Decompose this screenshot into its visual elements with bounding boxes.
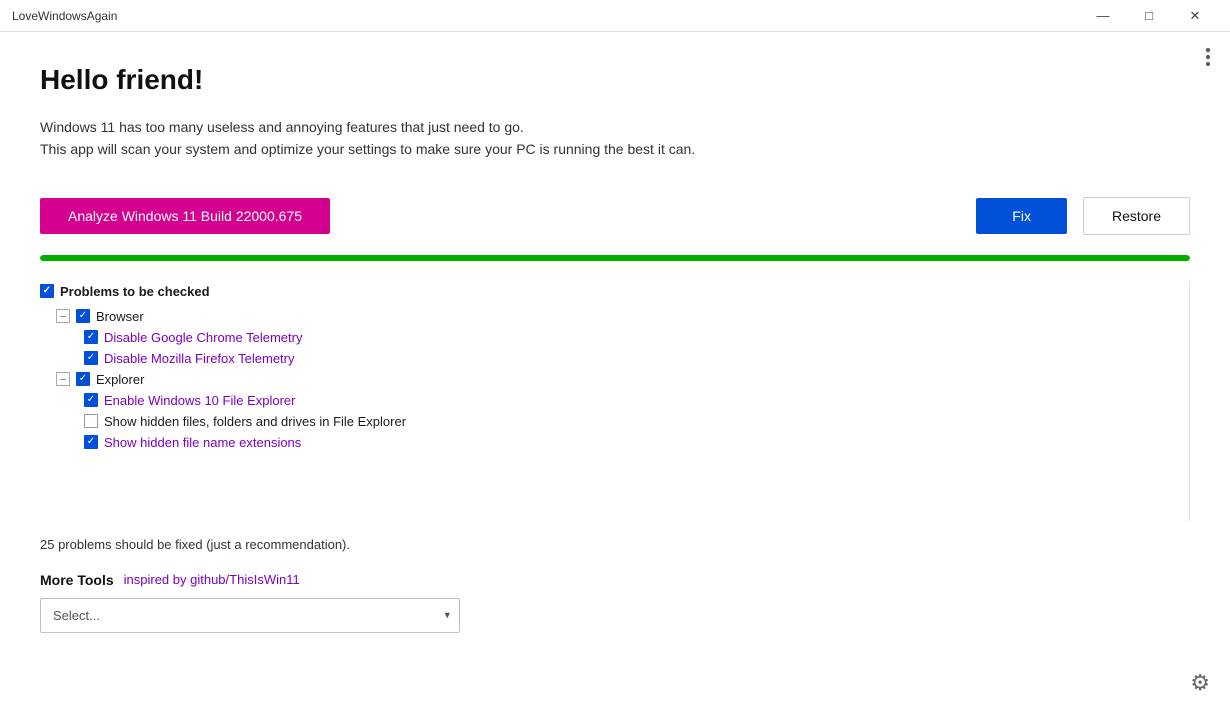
more-tools-link[interactable]: inspired by github/ThisIsWin11 — [124, 572, 300, 587]
hidden-extensions-label[interactable]: Show hidden file name extensions — [104, 435, 301, 450]
description-line1: Windows 11 has too many useless and anno… — [40, 116, 1190, 138]
win10-explorer-checkbox[interactable]: ✓ — [84, 393, 98, 407]
dot — [1206, 48, 1210, 52]
page-title: Hello friend! — [40, 64, 1190, 96]
main-content: Hello friend! Windows 11 has too many us… — [0, 32, 1230, 653]
root-item: ✓ Problems to be checked — [40, 281, 1189, 302]
group-explorer: – ✓ Explorer — [40, 369, 1189, 390]
gear-icon: ⚙ — [1190, 670, 1210, 695]
problems-scroll-area[interactable]: ✓ Problems to be checked – ✓ Browser ✓ D… — [40, 281, 1190, 521]
list-item: Show hidden files, folders and drives in… — [40, 411, 1189, 432]
titlebar: LoveWindowsAgain — □ ✕ — [0, 0, 1230, 32]
more-tools-label: More Tools — [40, 572, 114, 588]
analyze-button[interactable]: Analyze Windows 11 Build 22000.675 — [40, 198, 330, 234]
explorer-label: Explorer — [96, 372, 144, 387]
fix-button[interactable]: Fix — [976, 198, 1067, 234]
firefox-telemetry-label[interactable]: Disable Mozilla Firefox Telemetry — [104, 351, 295, 366]
dot — [1206, 55, 1210, 59]
firefox-telemetry-checkbox[interactable]: ✓ — [84, 351, 98, 365]
hidden-extensions-checkbox[interactable]: ✓ — [84, 435, 98, 449]
more-tools-row: More Tools inspired by github/ThisIsWin1… — [40, 572, 1190, 588]
hidden-files-checkbox[interactable] — [84, 414, 98, 428]
group-browser: – ✓ Browser — [40, 306, 1189, 327]
root-label: Problems to be checked — [60, 284, 210, 299]
chrome-telemetry-label[interactable]: Disable Google Chrome Telemetry — [104, 330, 302, 345]
explorer-checkbox[interactable]: ✓ — [76, 372, 90, 386]
win10-explorer-label[interactable]: Enable Windows 10 File Explorer — [104, 393, 295, 408]
chrome-telemetry-checkbox[interactable]: ✓ — [84, 330, 98, 344]
list-item: ✓ Enable Windows 10 File Explorer — [40, 390, 1189, 411]
action-row: Analyze Windows 11 Build 22000.675 Fix R… — [40, 197, 1190, 235]
list-item: ✓ Disable Mozilla Firefox Telemetry — [40, 348, 1189, 369]
summary-text: 25 problems should be fixed (just a reco… — [40, 537, 1190, 552]
more-tools-select-wrap: Select... ▾ — [40, 598, 460, 633]
hidden-files-label: Show hidden files, folders and drives in… — [104, 414, 406, 429]
maximize-button[interactable]: □ — [1126, 0, 1172, 32]
browser-label: Browser — [96, 309, 144, 324]
list-item: ✓ Show hidden file name extensions — [40, 432, 1189, 453]
restore-button[interactable]: Restore — [1083, 197, 1190, 235]
dot — [1206, 62, 1210, 66]
browser-checkbox[interactable]: ✓ — [76, 309, 90, 323]
progress-bar-container — [40, 255, 1190, 261]
window-controls: — □ ✕ — [1080, 0, 1218, 32]
description: Windows 11 has too many useless and anno… — [40, 116, 1190, 161]
collapse-explorer-button[interactable]: – — [56, 372, 70, 386]
three-dots-menu-button[interactable] — [1202, 44, 1214, 70]
close-button[interactable]: ✕ — [1172, 0, 1218, 32]
progress-bar-fill — [40, 255, 1190, 261]
app-title: LoveWindowsAgain — [12, 9, 117, 23]
list-item: ✓ Disable Google Chrome Telemetry — [40, 327, 1189, 348]
more-tools-select[interactable]: Select... — [40, 598, 460, 633]
settings-button[interactable]: ⚙ — [1190, 670, 1210, 696]
description-line2: This app will scan your system and optim… — [40, 138, 1190, 160]
minimize-button[interactable]: — — [1080, 0, 1126, 32]
collapse-browser-button[interactable]: – — [56, 309, 70, 323]
root-checkbox[interactable]: ✓ — [40, 284, 54, 298]
